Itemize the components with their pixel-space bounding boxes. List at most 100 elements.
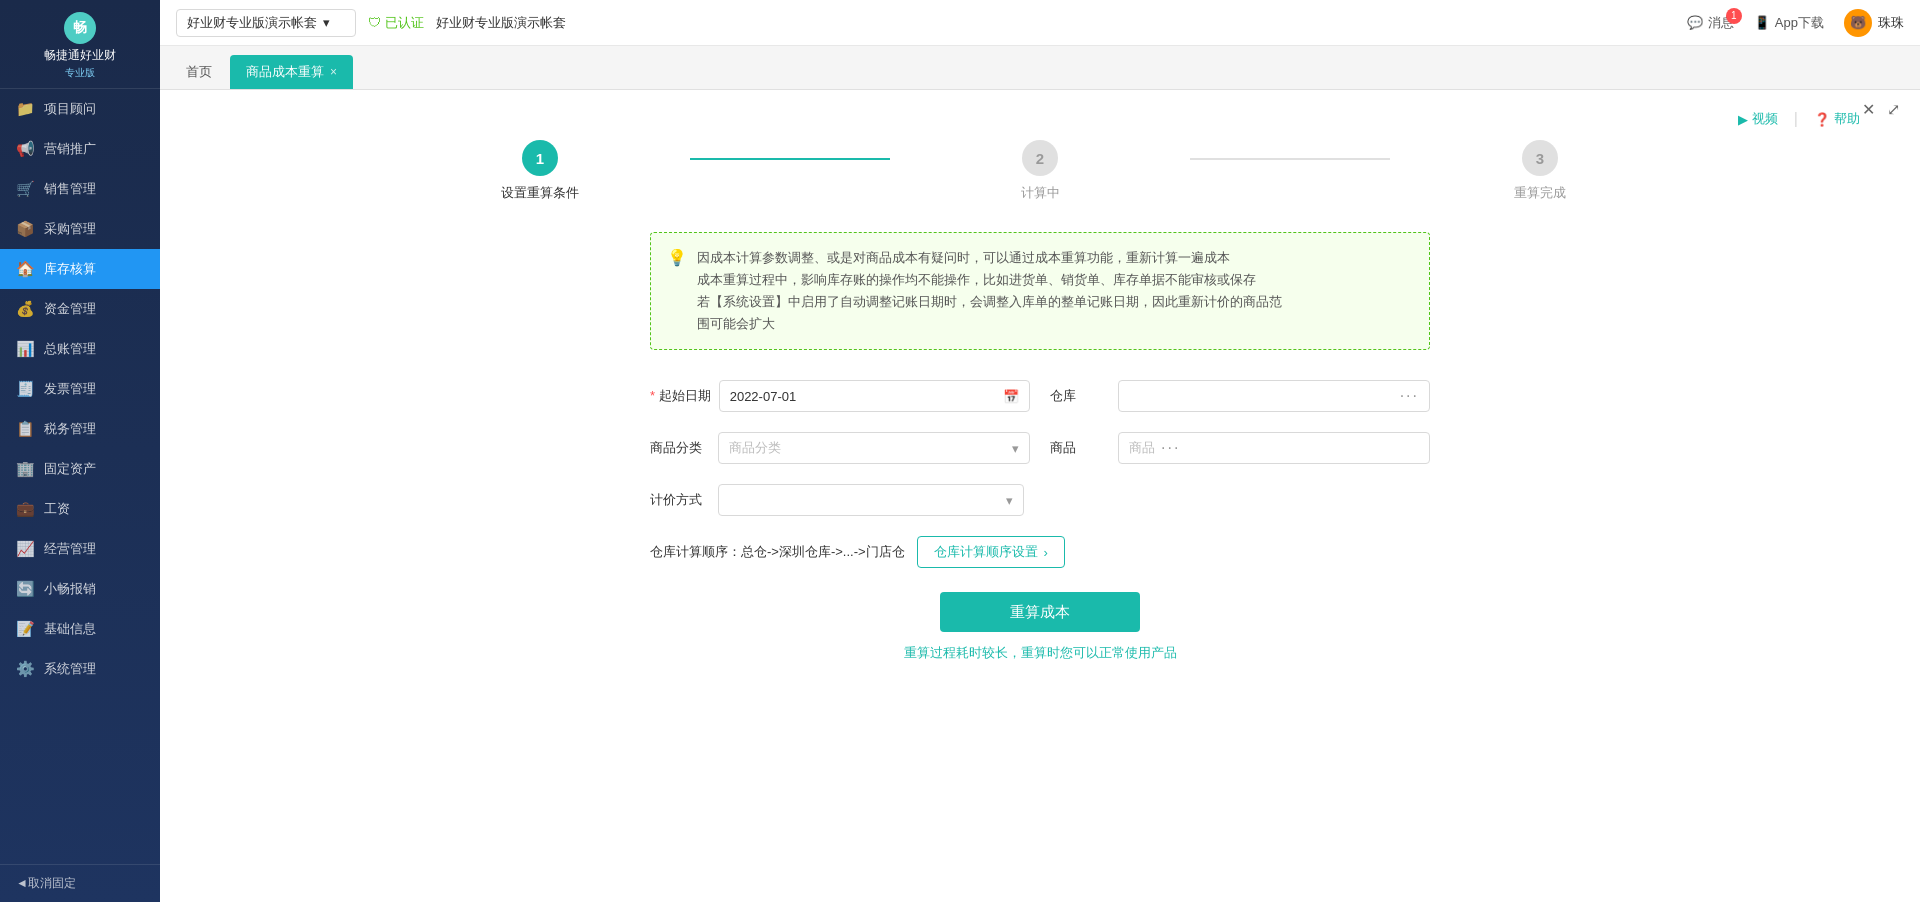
sidebar-item-ops[interactable]: 📈 经营管理 (0, 529, 160, 569)
form-section: 起始日期 2022-07-01 📅 仓库 ··· (650, 380, 1430, 662)
recalc-sub-tip: 重算过程耗时较长，重算时您可以正常使用产品 (650, 644, 1430, 662)
form-group-start-date: 起始日期 2022-07-01 📅 (650, 380, 1030, 412)
warehouse-field[interactable]: ··· (1118, 380, 1430, 412)
sidebar-item-label: 税务管理 (44, 420, 96, 438)
sidebar-item-basic[interactable]: 📝 基础信息 (0, 609, 160, 649)
step-line-2 (1190, 158, 1390, 160)
sidebar-logo: 畅 畅捷通好业财 专业版 (0, 0, 160, 89)
step-1-label: 设置重算条件 (501, 184, 579, 202)
sidebar-item-salary[interactable]: 💼 工资 (0, 489, 160, 529)
accounting-icon: 📊 (16, 340, 34, 358)
sidebar-item-label: 项目顾问 (44, 100, 96, 118)
verified-label: 已认证 (385, 14, 424, 32)
app-logo-icon: 畅 (64, 12, 96, 44)
user-name: 珠珠 (1878, 14, 1904, 32)
account-select[interactable]: 好业财专业版演示帐套 ▾ (176, 9, 356, 37)
expand-button[interactable]: ⤢ (1887, 100, 1900, 119)
message-button[interactable]: 💬 消息 1 (1687, 14, 1734, 32)
message-icon: 💬 (1687, 15, 1703, 30)
sidebar-unpin-button[interactable]: ◄取消固定 (0, 864, 160, 902)
sidebar-item-purchase[interactable]: 📦 采购管理 (0, 209, 160, 249)
app-download-button[interactable]: 📱 App下载 (1754, 14, 1824, 32)
steps-container: 1 设置重算条件 2 计算中 3 重算完成 (200, 120, 1880, 202)
inventory-icon: 🏠 (16, 260, 34, 278)
sidebar-item-invoice[interactable]: 🧾 发票管理 (0, 369, 160, 409)
marketing-icon: 📢 (16, 140, 34, 158)
expense-icon: 🔄 (16, 580, 34, 598)
product-placeholder: 商品 (1129, 439, 1155, 457)
sidebar-item-label: 系统管理 (44, 660, 96, 678)
window-controls: ✕ ⤢ (1862, 100, 1900, 119)
form-row-1: 起始日期 2022-07-01 📅 仓库 ··· (650, 380, 1430, 412)
sidebar-item-assets[interactable]: 🏢 固定资产 (0, 449, 160, 489)
sidebar-item-marketing[interactable]: 📢 营销推广 (0, 129, 160, 169)
sidebar-item-project[interactable]: 📁 项目顾问 (0, 89, 160, 129)
close-button[interactable]: ✕ (1862, 100, 1875, 119)
info-line-4: 围可能会扩大 (697, 313, 1282, 335)
warehouse-more-icon[interactable]: ··· (1400, 387, 1419, 405)
pricing-label: 计价方式 (650, 491, 710, 509)
purchase-icon: 📦 (16, 220, 34, 238)
warehouse-order-label: 仓库计算顺序：总仓->深圳仓库->...->门店仓 (650, 543, 905, 561)
tab-home-label: 首页 (186, 63, 212, 81)
step-2-label: 计算中 (1021, 184, 1060, 202)
tab-close-icon[interactable]: × (330, 65, 337, 79)
message-badge: 1 (1726, 8, 1742, 24)
chevron-right-icon: › (1044, 545, 1048, 560)
chevron-down-icon: ▾ (1006, 493, 1013, 508)
chevron-down-icon: ▾ (323, 15, 330, 30)
product-field[interactable]: 商品 ··· (1118, 432, 1430, 464)
finance-icon: 💰 (16, 300, 34, 318)
sidebar-item-label: 基础信息 (44, 620, 96, 638)
sidebar-item-system[interactable]: ⚙️ 系统管理 (0, 649, 160, 689)
sidebar-item-label: 库存核算 (44, 260, 96, 278)
tab-cost-recalc[interactable]: 商品成本重算 × (230, 55, 353, 89)
sidebar-item-label: 总账管理 (44, 340, 96, 358)
unpin-label: ◄取消固定 (16, 875, 76, 892)
sidebar-item-label: 营销推广 (44, 140, 96, 158)
sidebar-item-tax[interactable]: 📋 税务管理 (0, 409, 160, 449)
app-edition: 专业版 (65, 66, 95, 80)
form-group-product: 商品 商品 ··· (1050, 432, 1430, 464)
start-date-label: 起始日期 (650, 387, 711, 405)
basic-icon: 📝 (16, 620, 34, 638)
step-1-circle: 1 (522, 140, 558, 176)
warehouse-order-btn-label: 仓库计算顺序设置 (934, 543, 1038, 561)
sidebar-item-finance[interactable]: 💰 资金管理 (0, 289, 160, 329)
content-area: ✕ ⤢ ▶ 视频 | ❓ 帮助 1 (160, 90, 1920, 902)
calendar-icon[interactable]: 📅 (1003, 389, 1019, 404)
sidebar: 畅 畅捷通好业财 专业版 📁 项目顾问 📢 营销推广 🛒 销售管理 📦 采购管理… (0, 0, 160, 902)
phone-icon: 📱 (1754, 15, 1770, 30)
avatar: 🐻 (1844, 9, 1872, 37)
category-select[interactable]: 商品分类 ▾ (718, 432, 1030, 464)
sidebar-item-inventory[interactable]: 🏠 库存核算 (0, 249, 160, 289)
sidebar-item-sales[interactable]: 🛒 销售管理 (0, 169, 160, 209)
bulb-icon: 💡 (667, 248, 687, 267)
main-area: 好业财专业版演示帐套 ▾ 🛡 已认证 好业财专业版演示帐套 💬 消息 1 📱 A… (160, 0, 1920, 902)
sales-icon: 🛒 (16, 180, 34, 198)
product-more-icon[interactable]: ··· (1161, 439, 1180, 457)
sidebar-item-label: 小畅报销 (44, 580, 96, 598)
form-group-warehouse: 仓库 ··· (1050, 380, 1430, 412)
step-2-num: 2 (1036, 150, 1044, 167)
step-1-num: 1 (536, 150, 544, 167)
sidebar-item-label: 经营管理 (44, 540, 96, 558)
start-date-value: 2022-07-01 (730, 389, 997, 404)
app-name: 畅捷通好业财 (44, 48, 116, 64)
sidebar-item-accounting[interactable]: 📊 总账管理 (0, 329, 160, 369)
ops-icon: 📈 (16, 540, 34, 558)
tab-bar: 首页 商品成本重算 × (160, 46, 1920, 90)
tab-home[interactable]: 首页 (170, 55, 228, 89)
warehouse-order-btn[interactable]: 仓库计算顺序设置 › (917, 536, 1065, 568)
form-row-3: 计价方式 ▾ (650, 484, 1430, 516)
sidebar-item-expense[interactable]: 🔄 小畅报销 (0, 569, 160, 609)
tax-icon: 📋 (16, 420, 34, 438)
system-icon: ⚙️ (16, 660, 34, 678)
start-date-field[interactable]: 2022-07-01 📅 (719, 380, 1030, 412)
recalc-button[interactable]: 重算成本 (940, 592, 1140, 632)
category-label: 商品分类 (650, 439, 710, 457)
step-1: 1 设置重算条件 (390, 140, 690, 202)
user-menu[interactable]: 🐻 珠珠 (1844, 9, 1904, 37)
verified-badge: 🛡 已认证 (368, 14, 424, 32)
pricing-select[interactable]: ▾ (718, 484, 1024, 516)
